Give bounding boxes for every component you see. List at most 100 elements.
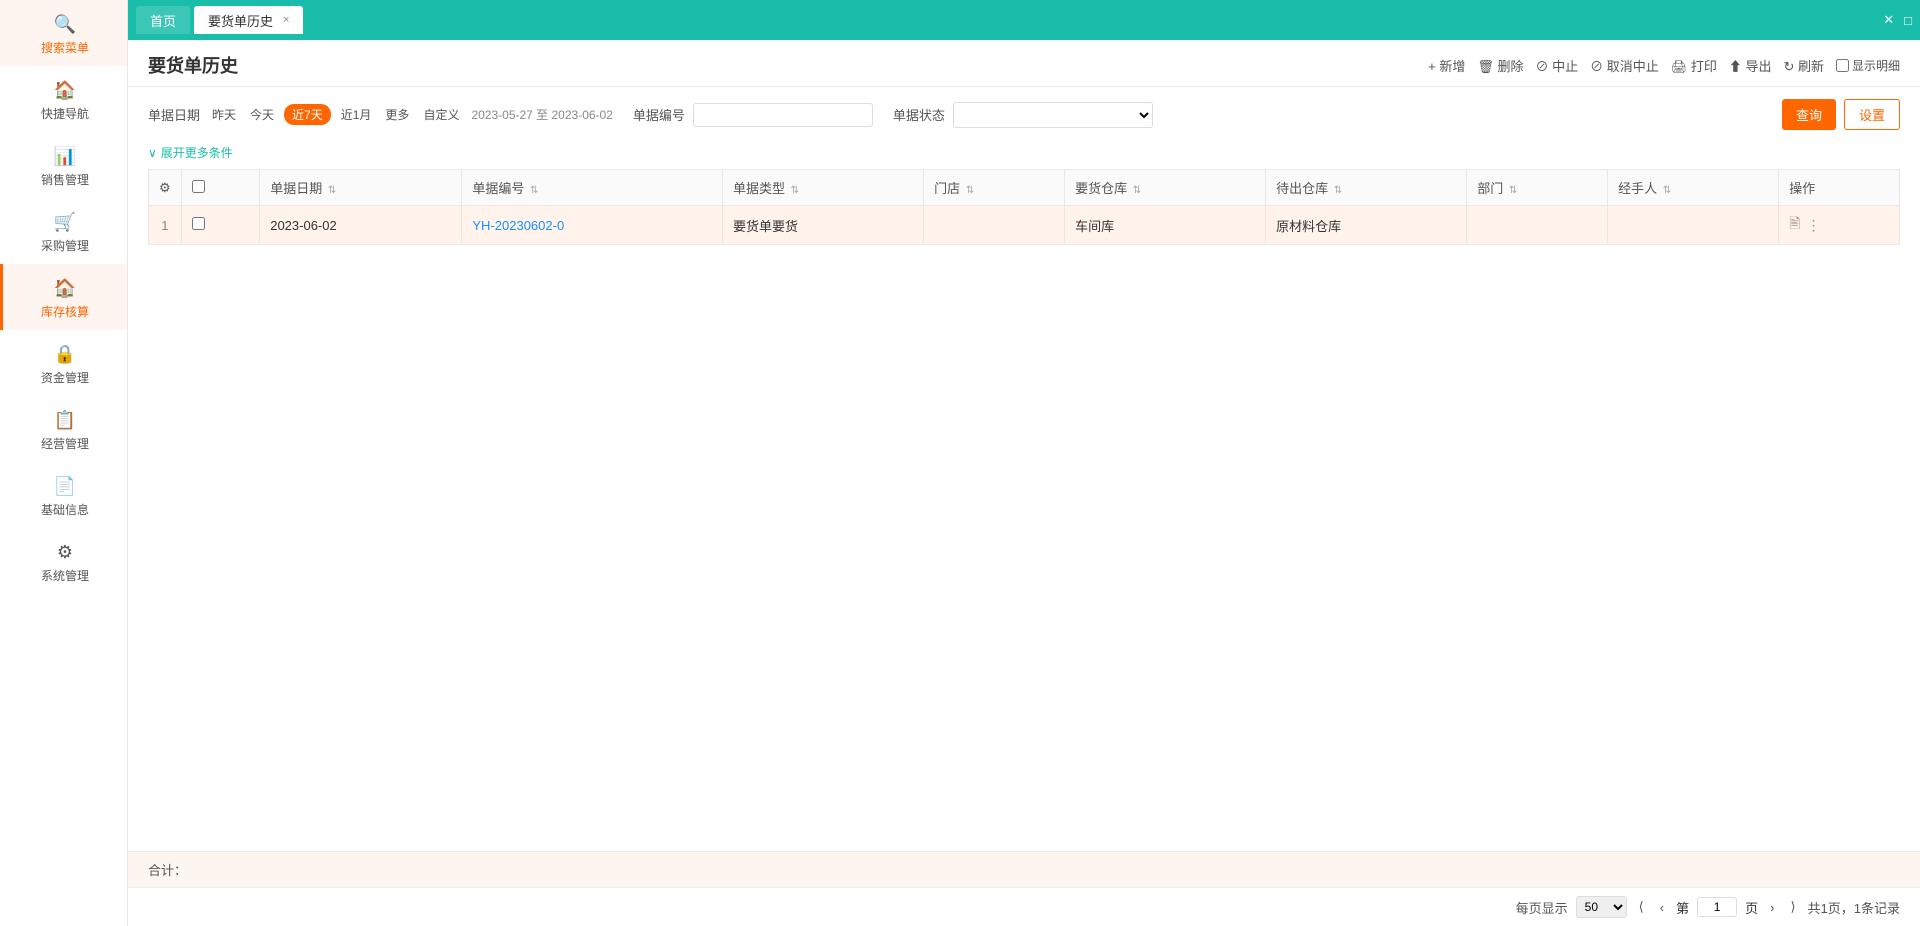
col-checkbox[interactable] [181,170,260,206]
top-bar: 首页要货单历史 × ✕ □ [128,0,1920,40]
sidebar-item-sales[interactable]: 📊 销售管理 [0,132,127,198]
col-settings[interactable]: ⚙ [149,170,182,206]
toolbar: + 新增 🗑 删除 ⊘ 中止 ⊘ 取消中止 🖨 打印 ⬆ 导出 ↻ 刷新 显示明… [1428,56,1900,75]
col-handler[interactable]: 经手人 ⇅ [1608,170,1779,206]
date-shortcut-近1月[interactable]: 近1月 [337,104,376,125]
table-body: 1 2023-06-02 YH-20230602-0 要货单要货 车间库 原材料… [149,206,1900,245]
prev-page-button[interactable]: ‹ [1656,898,1668,917]
sidebar-icon-quick-nav: 🏠 [54,80,76,101]
select-all-checkbox[interactable] [192,180,205,193]
stop-button[interactable]: ⊘ 中止 [1535,56,1578,75]
sidebar-item-operation[interactable]: 📋 经营管理 [0,396,127,462]
col-department[interactable]: 部门 ⇅ [1467,170,1608,206]
sidebar-icon-sales: 📊 [54,146,76,167]
row-checkbox[interactable] [181,206,260,245]
row-index: 1 [149,206,182,245]
expand-more[interactable]: ∨ 展开更多条件 [148,138,1900,169]
table-header: ⚙ 单据日期 ⇅ 单据编号 ⇅ 单据类型 ⇅ 门店 ⇅ 要货仓库 ⇅ 待出仓库 … [149,170,1900,206]
display-detail-label: 显示明细 [1852,57,1900,74]
row-doc-number[interactable]: YH-20230602-0 [462,206,723,245]
tab-home[interactable]: 首页 [136,6,190,34]
filter-area: 单据日期 昨天今天近7天近1月更多自定义 2023-05-27 至 2023-0… [128,87,1920,169]
expand-more-icon: ∨ [148,146,157,160]
refresh-button[interactable]: ↻ 刷新 [1783,56,1824,75]
next-page-button[interactable]: › [1766,898,1778,917]
table-area: ⚙ 单据日期 ⇅ 单据编号 ⇅ 单据类型 ⇅ 门店 ⇅ 要货仓库 ⇅ 待出仓库 … [128,169,1920,851]
row-store [924,206,1065,245]
page-number-input[interactable] [1697,897,1737,917]
sidebar-icon-inventory: 🏠 [54,278,76,299]
last-page-button[interactable]: ⟩ [1786,897,1799,917]
sidebar-label-system: 系统管理 [41,567,89,584]
cancel-stop-button[interactable]: ⊘ 取消中止 [1590,56,1659,75]
date-shortcut-昨天[interactable]: 昨天 [208,104,240,125]
header-row: ⚙ 单据日期 ⇅ 单据编号 ⇅ 单据类型 ⇅ 门店 ⇅ 要货仓库 ⇅ 待出仓库 … [149,170,1900,206]
row-doc-date: 2023-06-02 [260,206,462,245]
sidebar-item-quick-nav[interactable]: 🏠 快捷导航 [0,66,127,132]
table-row: 1 2023-06-02 YH-20230602-0 要货单要货 车间库 原材料… [149,206,1900,245]
date-filter-label: 单据日期 [148,105,200,124]
sidebar-label-basic: 基础信息 [41,501,89,518]
date-range-display: 2023-05-27 至 2023-06-02 [471,106,612,123]
sidebar-label-inventory: 库存核算 [41,303,89,320]
sidebar-item-basic[interactable]: 📄 基础信息 [0,462,127,528]
date-shortcut-近7天[interactable]: 近7天 [284,104,331,125]
sidebar-icon-finance: 🔒 [54,344,76,365]
page-size-label: 每页显示 [1516,898,1568,917]
tab-requisition-history[interactable]: 要货单历史 × [194,6,303,34]
new-button[interactable]: + 新增 [1428,56,1465,75]
doc-number-label: 单据编号 [633,105,685,124]
settings-button[interactable]: 设置 [1844,99,1900,130]
sidebar-icon-basic: 📄 [54,476,76,497]
col-doc-date[interactable]: 单据日期 ⇅ [260,170,462,206]
export-button[interactable]: ⬆ 导出 [1729,56,1772,75]
date-shortcut-今天[interactable]: 今天 [246,104,278,125]
row-req-warehouse: 车间库 [1065,206,1266,245]
page-label: 第 [1676,898,1689,917]
doc-status-filter: 单据状态 全部草稿已审核已完成已中止 [893,102,1153,128]
col-doc-number[interactable]: 单据编号 ⇅ [462,170,723,206]
sidebar-label-purchase: 采购管理 [41,237,89,254]
sidebar: 🔍 搜索菜单🏠 快捷导航📊 销售管理🛒 采购管理🏠 库存核算🔒 资金管理📋 经营… [0,0,128,926]
col-req-warehouse[interactable]: 要货仓库 ⇅ [1065,170,1266,206]
doc-number-link[interactable]: YH-20230602-0 [472,218,564,233]
data-table: ⚙ 单据日期 ⇅ 单据编号 ⇅ 单据类型 ⇅ 门店 ⇅ 要货仓库 ⇅ 待出仓库 … [148,169,1900,245]
sidebar-label-operation: 经营管理 [41,435,89,452]
date-shortcut-自定义[interactable]: 自定义 [419,104,463,125]
row-select-checkbox[interactable] [192,217,205,230]
doc-number-input[interactable] [693,103,873,127]
pagination: 每页显示 20 50 100 ⟨ ‹ 第 页 › ⟩ 共1页，1条记录 [128,887,1920,926]
doc-status-select[interactable]: 全部草稿已审核已完成已中止 [953,102,1153,128]
filter-row-1: 单据日期 昨天今天近7天近1月更多自定义 2023-05-27 至 2023-0… [148,99,1900,130]
sidebar-item-system[interactable]: ⚙ 系统管理 [0,528,127,594]
first-page-button[interactable]: ⟨ [1635,897,1648,917]
page-size-select[interactable]: 20 50 100 [1576,896,1627,918]
display-detail-checkbox[interactable] [1836,59,1849,72]
doc-number-filter: 单据编号 [633,103,873,127]
sidebar-item-search-menu[interactable]: 🔍 搜索菜单 [0,0,127,66]
sidebar-item-purchase[interactable]: 🛒 采购管理 [0,198,127,264]
page-title: 要货单历史 [148,52,1428,78]
tab-label-requisition-history: 要货单历史 [208,11,273,30]
print-button[interactable]: 🖨 打印 [1671,56,1717,75]
sidebar-label-quick-nav: 快捷导航 [41,105,89,122]
col-pending-warehouse[interactable]: 待出仓库 ⇅ [1266,170,1467,206]
window-maximize-button[interactable]: □ [1904,13,1912,28]
row-handler [1608,206,1779,245]
display-detail-toggle[interactable]: 显示明细 [1836,57,1900,74]
tab-close-requisition-history[interactable]: × [283,14,289,26]
date-shortcut-更多[interactable]: 更多 [381,104,413,125]
query-button[interactable]: 查询 [1782,99,1836,130]
sidebar-item-inventory[interactable]: 🏠 库存核算 [0,264,127,330]
sidebar-label-search-menu: 搜索菜单 [41,39,89,56]
total-info: 共1页，1条记录 [1808,898,1900,917]
sidebar-icon-purchase: 🛒 [54,212,76,233]
more-icon[interactable]: ⋮ [1806,217,1820,234]
col-store[interactable]: 门店 ⇅ [924,170,1065,206]
view-icon[interactable]: 🖹 [1789,213,1800,237]
date-shortcuts: 昨天今天近7天近1月更多自定义 [208,104,463,125]
col-doc-type[interactable]: 单据类型 ⇅ [723,170,924,206]
sidebar-item-finance[interactable]: 🔒 资金管理 [0,330,127,396]
window-close-button[interactable]: ✕ [1883,12,1894,28]
delete-button[interactable]: 🗑 删除 [1477,56,1523,75]
